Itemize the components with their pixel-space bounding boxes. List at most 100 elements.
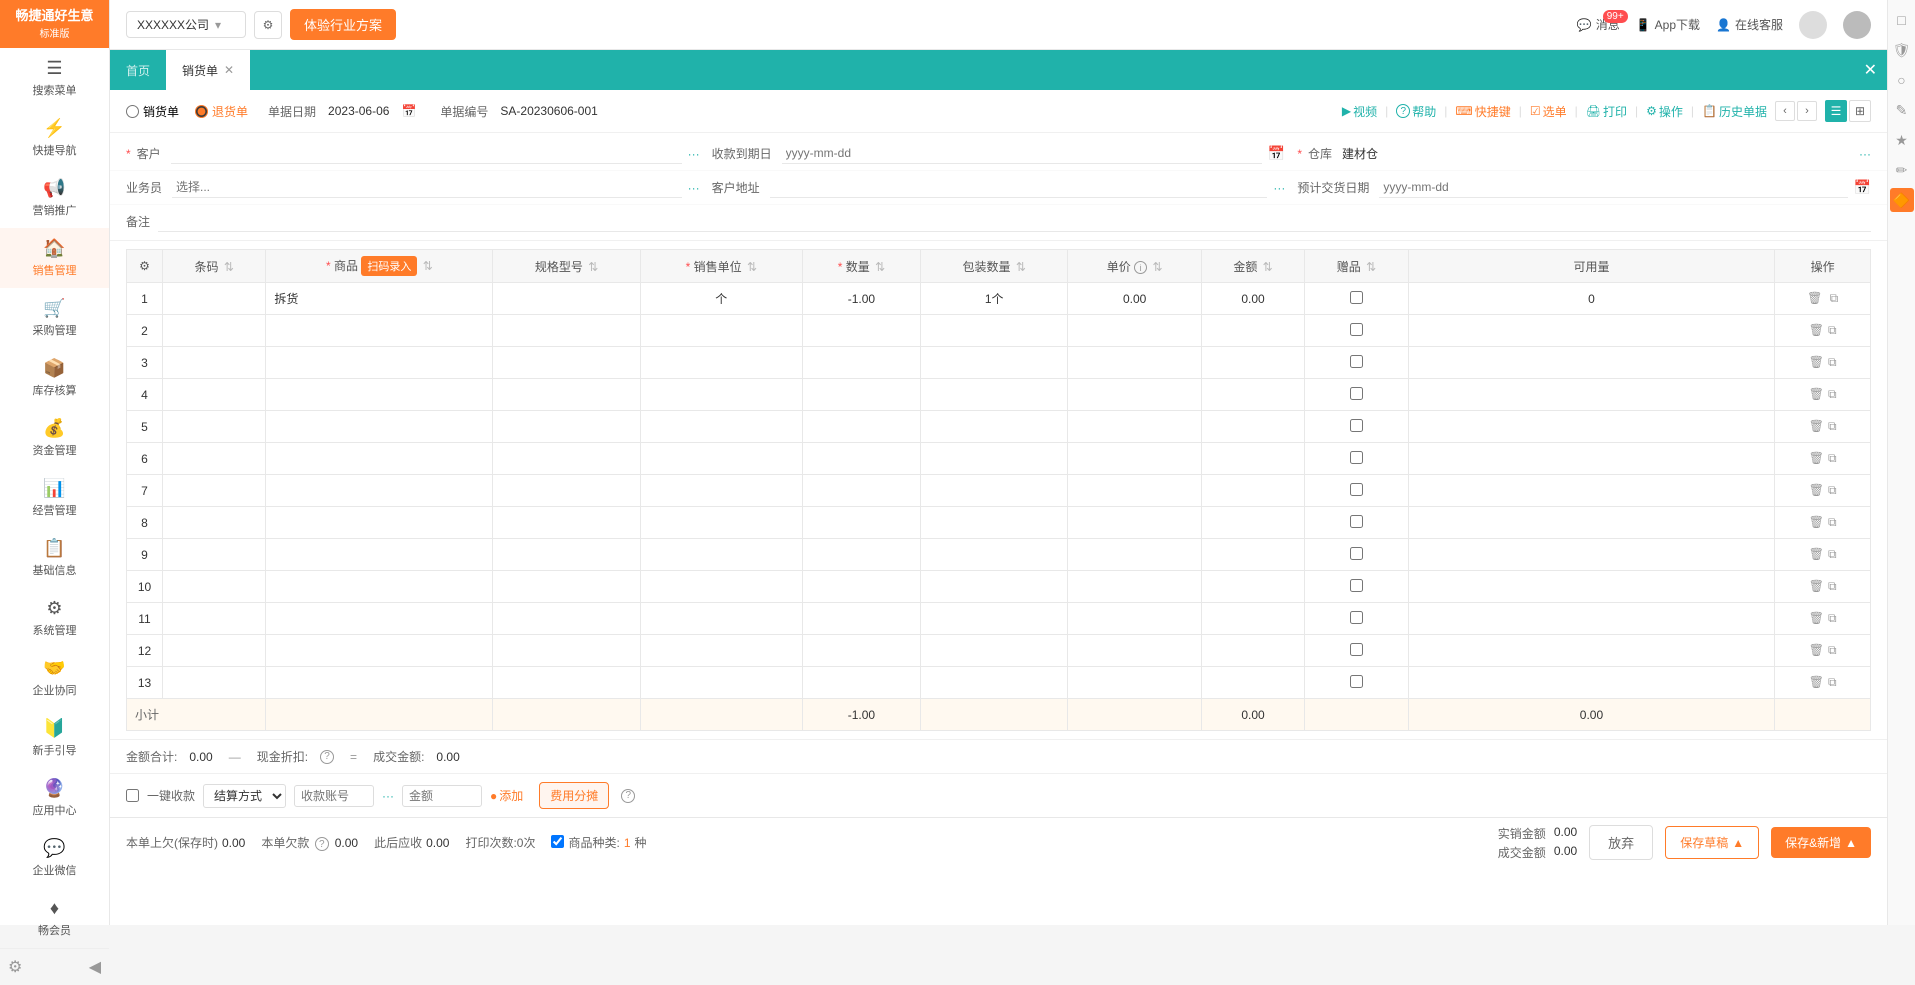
- view-grid-btn[interactable]: ⊞: [1849, 100, 1871, 122]
- delete-row-icon[interactable]: 🗑: [1809, 547, 1824, 561]
- salesperson-dots-btn[interactable]: ···: [688, 181, 700, 195]
- sidebar-item-sales[interactable]: 🏠 销售管理: [0, 228, 109, 288]
- shortcuts-action[interactable]: ⌨ 快捷键: [1455, 103, 1510, 120]
- message-btn[interactable]: 💬 消息 99+: [1577, 16, 1620, 33]
- tab-close-icon[interactable]: ✕: [224, 63, 234, 77]
- gift-checkbox[interactable]: [1350, 355, 1363, 368]
- save-new-button[interactable]: 保存&新增 ▲: [1771, 827, 1871, 858]
- due-date-calendar-icon[interactable]: 📅: [1268, 145, 1285, 162]
- dots-icon[interactable]: ···: [382, 789, 394, 803]
- operations-action[interactable]: ⚙ 操作: [1646, 103, 1683, 120]
- gift-checkbox[interactable]: [1350, 323, 1363, 336]
- gift-checkbox[interactable]: [1350, 387, 1363, 400]
- return-radio-input[interactable]: [195, 105, 208, 118]
- sort-amount-icon[interactable]: ⇅: [1263, 260, 1273, 274]
- tab-bar-close-btn[interactable]: ✕: [1864, 60, 1877, 80]
- sidebar-item-guide[interactable]: 🔰 新手引导: [0, 708, 109, 768]
- app-download-btn[interactable]: 📱 App下载: [1636, 16, 1700, 33]
- row-qty[interactable]: -1.00: [802, 283, 920, 315]
- delete-row-icon[interactable]: 🗑: [1809, 355, 1824, 369]
- expense-btn[interactable]: 费用分摊: [539, 782, 609, 809]
- amount-input[interactable]: [402, 785, 482, 807]
- product-type-stat[interactable]: 商品种类: 1 种: [551, 834, 646, 851]
- right-btn-5[interactable]: ★: [1890, 128, 1914, 152]
- help-action[interactable]: ? 帮助: [1396, 103, 1436, 120]
- copy-row-icon[interactable]: ⧉: [1828, 355, 1837, 369]
- customer-input[interactable]: [171, 143, 682, 164]
- delete-row-icon[interactable]: 🗑: [1809, 419, 1824, 433]
- sidebar-item-basic[interactable]: 📋 基础信息: [0, 528, 109, 588]
- abandon-button[interactable]: 放弃: [1589, 825, 1653, 860]
- delete-row-icon[interactable]: 🗑: [1809, 387, 1824, 401]
- sort-spec-icon[interactable]: ⇅: [588, 260, 598, 274]
- delete-row-icon[interactable]: 🗑: [1809, 579, 1824, 593]
- customer-dots-btn[interactable]: ···: [688, 147, 700, 161]
- sales-radio-input[interactable]: [126, 105, 139, 118]
- copy-row-icon[interactable]: ⧉: [1828, 419, 1837, 433]
- copy-row-icon[interactable]: ⧉: [1828, 483, 1837, 497]
- discount-info-icon[interactable]: ?: [320, 750, 334, 764]
- row-barcode[interactable]: [163, 283, 266, 315]
- right-btn-4[interactable]: ✎: [1890, 98, 1914, 122]
- sidebar-item-enterprise[interactable]: 🤝 企业协同: [0, 648, 109, 708]
- copy-row-icon[interactable]: ⧉: [1828, 675, 1837, 689]
- sort-product-icon[interactable]: ⇅: [423, 259, 433, 273]
- online-support-btn[interactable]: 👤 在线客服: [1716, 16, 1783, 33]
- checkbox-product-type[interactable]: [551, 835, 564, 851]
- sidebar-settings-icon[interactable]: ⚙: [8, 957, 22, 977]
- sort-gift-icon[interactable]: ⇅: [1366, 260, 1376, 274]
- delete-row-icon[interactable]: 🗑: [1809, 515, 1824, 529]
- gift-checkbox[interactable]: [1350, 419, 1363, 432]
- gift-checkbox[interactable]: [1350, 611, 1363, 624]
- notes-input[interactable]: [158, 211, 1871, 232]
- gift-checkbox[interactable]: [1350, 675, 1363, 688]
- sidebar-item-purchase[interactable]: 🛒 采购管理: [0, 288, 109, 348]
- right-btn-1[interactable]: □: [1890, 8, 1914, 32]
- sidebar-collapse-icon[interactable]: ◀: [89, 957, 101, 977]
- row-gift[interactable]: [1305, 283, 1408, 315]
- delete-row-icon[interactable]: 🗑: [1809, 643, 1824, 657]
- print-action[interactable]: 🖨 打印: [1586, 103, 1627, 120]
- gift-checkbox[interactable]: [1350, 643, 1363, 656]
- sidebar-item-search[interactable]: ☰ 搜索菜单: [0, 48, 109, 108]
- sidebar-item-inventory[interactable]: 📦 库存核算: [0, 348, 109, 408]
- gift-checkbox[interactable]: [1350, 451, 1363, 464]
- copy-row-icon[interactable]: ⧉: [1828, 387, 1837, 401]
- calc-method-select[interactable]: 结算方式: [203, 784, 286, 808]
- delete-row-icon[interactable]: 🗑: [1809, 483, 1824, 497]
- gift-checkbox[interactable]: [1350, 291, 1363, 304]
- one-click-checkbox[interactable]: [126, 789, 139, 802]
- trial-button[interactable]: 体验行业方案: [290, 9, 396, 40]
- user-avatar[interactable]: [1799, 11, 1827, 39]
- nav-prev[interactable]: ‹: [1775, 101, 1795, 121]
- tab-home[interactable]: 首页: [110, 50, 166, 90]
- expected-date-input[interactable]: [1379, 177, 1847, 198]
- sidebar-item-vip[interactable]: ♦ 畅会员: [0, 888, 109, 948]
- expected-date-calendar-icon[interactable]: 📅: [1854, 179, 1871, 196]
- th-settings[interactable]: ⚙: [127, 250, 163, 283]
- expense-info-icon[interactable]: ?: [621, 789, 635, 803]
- delete-row-icon[interactable]: 🗑: [1809, 451, 1824, 465]
- copy-row-icon[interactable]: ⧉: [1830, 291, 1839, 305]
- sidebar-item-operations[interactable]: 📊 经营管理: [0, 468, 109, 528]
- sidebar-item-wechat[interactable]: 💬 企业微信: [0, 828, 109, 888]
- history-action[interactable]: 📋 历史单据: [1702, 103, 1767, 120]
- row-spec[interactable]: [493, 283, 640, 315]
- company-selector[interactable]: XXXXXX公司 ▾: [126, 11, 246, 38]
- right-btn-7[interactable]: 🔶: [1890, 188, 1914, 212]
- right-btn-2[interactable]: 🛡: [1890, 38, 1914, 62]
- customer-addr-input[interactable]: [770, 177, 1268, 198]
- delete-row-icon[interactable]: 🗑: [1809, 675, 1824, 689]
- sidebar-item-appstore[interactable]: 🔮 应用中心: [0, 768, 109, 828]
- sidebar-item-shortcut[interactable]: ⚡ 快捷导航: [0, 108, 109, 168]
- gift-checkbox[interactable]: [1350, 483, 1363, 496]
- copy-row-icon[interactable]: ⧉: [1828, 515, 1837, 529]
- tab-sales-order[interactable]: 销货单 ✕: [166, 50, 250, 90]
- select-action[interactable]: ☑ 选单: [1530, 103, 1567, 120]
- copy-row-icon[interactable]: ⧉: [1828, 643, 1837, 657]
- delete-row-icon[interactable]: 🗑: [1807, 291, 1822, 305]
- copy-row-icon[interactable]: ⧉: [1828, 611, 1837, 625]
- due-date-input[interactable]: [782, 143, 1262, 164]
- sidebar-item-marketing[interactable]: 📢 营销推广: [0, 168, 109, 228]
- customer-addr-dots-btn[interactable]: ···: [1273, 181, 1285, 195]
